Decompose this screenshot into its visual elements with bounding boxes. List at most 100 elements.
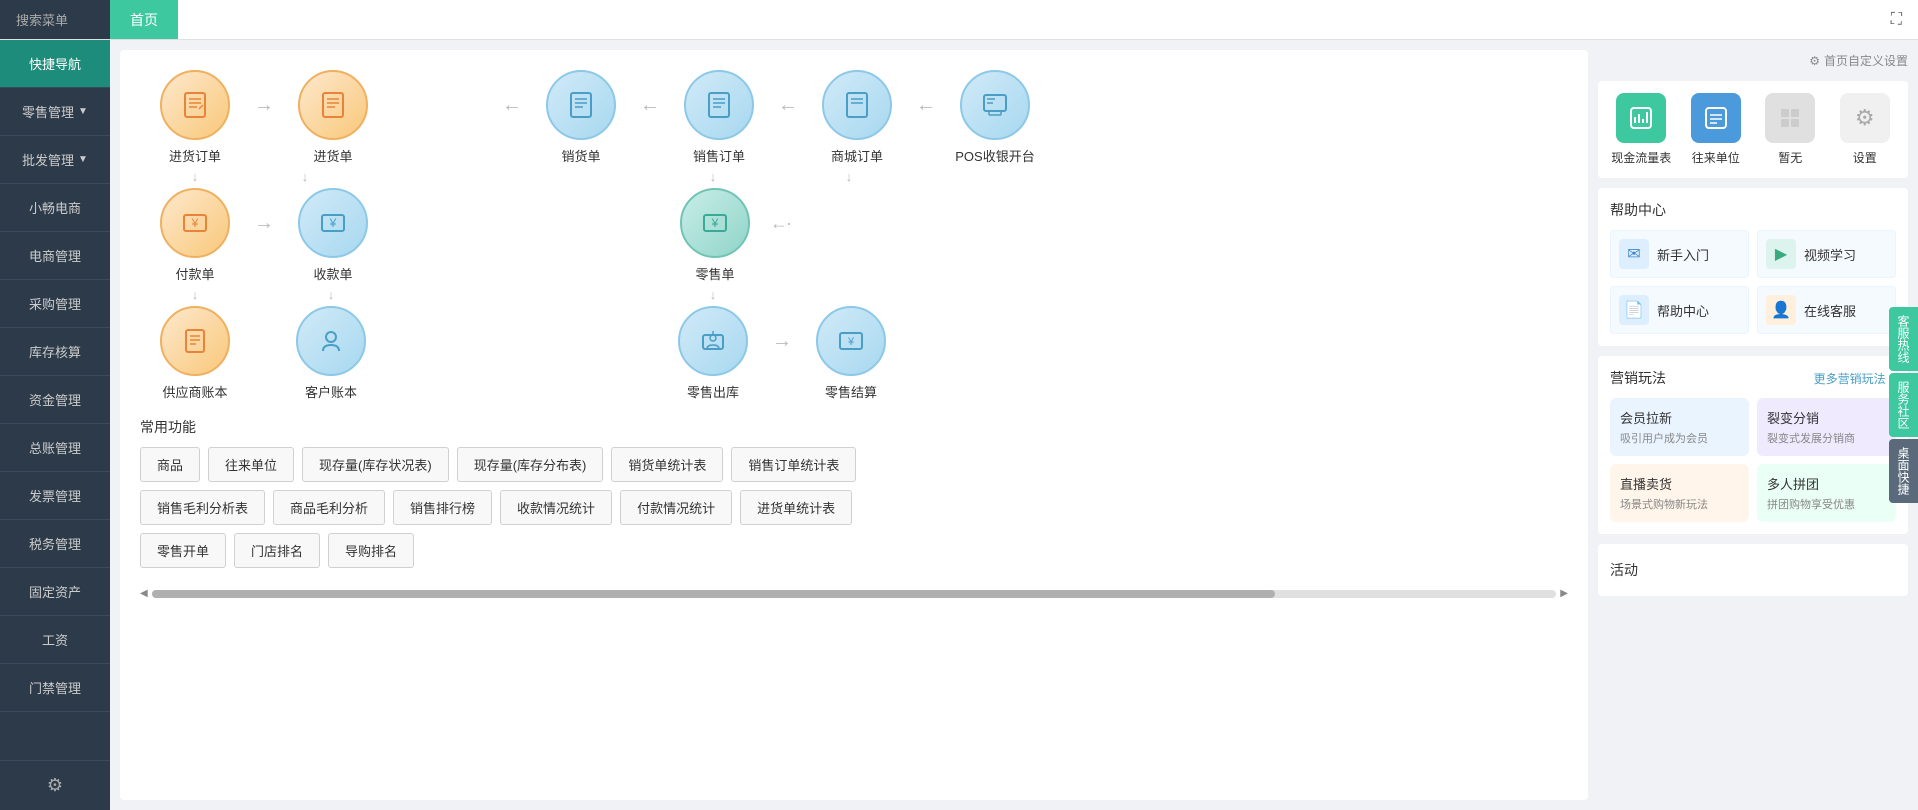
flow-node-sales-order[interactable]: 销售订单 xyxy=(664,70,774,165)
help-item-video[interactable]: ▶ 视频学习 xyxy=(1757,230,1896,278)
func-btn-sales-gross[interactable]: 销售毛利分析表 xyxy=(140,490,265,525)
marketing-fission[interactable]: 裂变分销 裂变式发展分销商 xyxy=(1757,398,1896,456)
flow-node-retail-bill[interactable]: ¥ 零售单 xyxy=(660,188,770,283)
help-item-beginner[interactable]: ✉ 新手入门 xyxy=(1610,230,1749,278)
customize-label: 首页自定义设置 xyxy=(1824,52,1908,69)
scroll-track[interactable] xyxy=(152,590,1557,598)
sidebar-item-label: 资金管理 xyxy=(29,390,81,409)
main-panel: 进货订单 → 进货单 → xyxy=(120,50,1588,800)
fission-sub: 裂变式发展分销商 xyxy=(1767,430,1886,446)
quick-icon-counterparts[interactable]: 往来单位 xyxy=(1685,93,1748,166)
sidebar-item-retail[interactable]: 零售管理 ▼ xyxy=(0,88,110,136)
marketing-card: 营销玩法 更多营销玩法 > 会员拉新 吸引用户成为会员 裂变分销 裂变式发展分销… xyxy=(1598,356,1908,534)
func-btn-order-stat[interactable]: 销售订单统计表 xyxy=(731,447,856,482)
down-arrows-row1: ↓ ↓ ↓ ↓ xyxy=(140,169,1568,184)
marketing-live[interactable]: 直播卖货 场景式购物新玩法 xyxy=(1610,464,1749,522)
flow-node-purchase-order[interactable]: 进货订单 xyxy=(140,70,250,165)
sidebar-gear-icon[interactable]: ⚙ xyxy=(0,760,110,810)
sidebar-item-xiaochange[interactable]: 小畅电商 xyxy=(0,184,110,232)
float-btn-community[interactable]: 服务社区 xyxy=(1889,373,1918,437)
func-btn-payment-stat[interactable]: 付款情况统计 xyxy=(620,490,732,525)
sidebar-item-invoice[interactable]: 发票管理 xyxy=(0,472,110,520)
func-btn-purchase-stat[interactable]: 进货单统计表 xyxy=(740,490,852,525)
func-btn-retail-order[interactable]: 零售开单 xyxy=(140,533,226,568)
customer-book-label: 客户账本 xyxy=(305,382,357,401)
search-menu[interactable]: 搜索菜单 xyxy=(0,0,110,39)
retail-out-icon xyxy=(678,306,748,376)
scroll-right-btn[interactable]: ▶ xyxy=(1560,588,1568,599)
func-btn-store-rank[interactable]: 门店排名 xyxy=(234,533,320,568)
down-arrow-payment: ↓ xyxy=(140,287,250,302)
counterparts-icon xyxy=(1691,93,1741,143)
marketing-group[interactable]: 多人拼团 拼团购物享受优惠 xyxy=(1757,464,1896,522)
retail-settle-label: 零售结算 xyxy=(825,382,877,401)
flow-node-pos[interactable]: POS收银开台 xyxy=(940,70,1050,165)
top-bar-right: ⛶ xyxy=(1891,11,1918,29)
arrow-left-1: → xyxy=(502,94,522,117)
retail-out-label: 零售出库 xyxy=(687,382,739,401)
sidebar-item-purchase[interactable]: 采购管理 xyxy=(0,280,110,328)
func-btn-sales-stat[interactable]: 销货单统计表 xyxy=(611,447,723,482)
sidebar-item-access[interactable]: 门禁管理 xyxy=(0,664,110,712)
sidebar-item-ecom[interactable]: 电商管理 xyxy=(0,232,110,280)
marketing-more[interactable]: 更多营销玩法 > xyxy=(1814,370,1896,387)
help-item-service[interactable]: 👤 在线客服 xyxy=(1757,286,1896,334)
flow-node-receipt[interactable]: ¥ 收款单 xyxy=(278,188,388,283)
func-btn-receipt-stat[interactable]: 收款情况统计 xyxy=(500,490,612,525)
sales-bill-label: 销货单 xyxy=(561,146,600,165)
sidebar-item-wholesale[interactable]: 批发管理 ▼ xyxy=(0,136,110,184)
spacer-da2 xyxy=(386,169,496,184)
sidebar-item-ledger[interactable]: 总账管理 xyxy=(0,424,110,472)
flow-node-retail-out[interactable]: 零售出库 xyxy=(658,306,768,401)
sidebar-item-salary[interactable]: 工资 xyxy=(0,616,110,664)
tab-home[interactable]: 首页 xyxy=(110,0,178,39)
counterparts-label: 往来单位 xyxy=(1692,149,1740,166)
sidebar-item-tax[interactable]: 税务管理 xyxy=(0,520,110,568)
help-item-help[interactable]: 📄 帮助中心 xyxy=(1610,286,1749,334)
flow-node-mall-order[interactable]: 商城订单 xyxy=(802,70,912,165)
mall-order-label: 商城订单 xyxy=(831,146,883,165)
customize-bar[interactable]: ⚙ 首页自定义设置 xyxy=(1598,50,1908,71)
quick-icon-settings[interactable]: ⚙ 设置 xyxy=(1834,93,1897,166)
float-btn-service[interactable]: 客服热线 xyxy=(1889,307,1918,371)
flow-node-supplier-book[interactable]: 供应商账本 xyxy=(140,306,250,401)
flow-row-3: 供应商账本 客户账本 xyxy=(140,306,1568,401)
sidebar-item-quicknav[interactable]: 快捷导航 xyxy=(0,40,110,88)
quick-icon-none[interactable]: 暂无 xyxy=(1759,93,1822,166)
flow-node-sales-bill[interactable]: 销货单 xyxy=(526,70,636,165)
func-btn-goods-gross[interactable]: 商品毛利分析 xyxy=(273,490,385,525)
scroll-left-btn[interactable]: ◀ xyxy=(140,588,148,599)
arrow-left-3: → xyxy=(778,94,798,117)
quick-icon-cashflow[interactable]: 现金流量表 xyxy=(1610,93,1673,166)
chevron-down-icon: ▼ xyxy=(78,106,88,117)
func-btn-guide-rank[interactable]: 导购排名 xyxy=(328,533,414,568)
mall-order-icon xyxy=(822,70,892,140)
fullscreen-icon[interactable]: ⛶ xyxy=(1891,11,1902,29)
arrow-right-2: → xyxy=(254,212,274,235)
flow-node-purchase-bill[interactable]: 进货单 xyxy=(278,70,388,165)
func-btn-stock-status[interactable]: 现存量(库存状况表) xyxy=(302,447,449,482)
marketing-member[interactable]: 会员拉新 吸引用户成为会员 xyxy=(1610,398,1749,456)
float-btn-desktop[interactable]: 桌面快捷 xyxy=(1889,439,1918,503)
func-btn-sales-rank[interactable]: 销售排行榜 xyxy=(393,490,492,525)
retail-settle-icon: ¥ xyxy=(816,306,886,376)
group-title: 多人拼团 xyxy=(1767,474,1886,493)
video-label: 视频学习 xyxy=(1804,245,1856,264)
flow-node-customer-book[interactable]: 客户账本 xyxy=(276,306,386,401)
video-icon: ▶ xyxy=(1766,239,1796,269)
settings-label: 设置 xyxy=(1853,149,1877,166)
func-btn-counterparts[interactable]: 往来单位 xyxy=(208,447,294,482)
sidebar-item-inventory[interactable]: 库存核算 xyxy=(0,328,110,376)
flow-node-retail-settle[interactable]: ¥ 零售结算 xyxy=(796,306,906,401)
func-btn-stock-dist[interactable]: 现存量(库存分布表) xyxy=(457,447,604,482)
sidebar-item-label: 批发管理 xyxy=(22,150,74,169)
flow-node-payment[interactable]: ¥ 付款单 xyxy=(140,188,250,283)
func-btn-goods[interactable]: 商品 xyxy=(140,447,200,482)
sidebar-item-assets[interactable]: 固定资产 xyxy=(0,568,110,616)
none-icon xyxy=(1765,93,1815,143)
down-arrows-row2: ↓ ↓ ↓ xyxy=(140,287,1568,302)
group-sub: 拼团购物享受优惠 xyxy=(1767,496,1886,512)
customer-book-icon xyxy=(296,306,366,376)
sidebar-item-label: 总账管理 xyxy=(29,438,81,457)
sidebar-item-finance[interactable]: 资金管理 xyxy=(0,376,110,424)
